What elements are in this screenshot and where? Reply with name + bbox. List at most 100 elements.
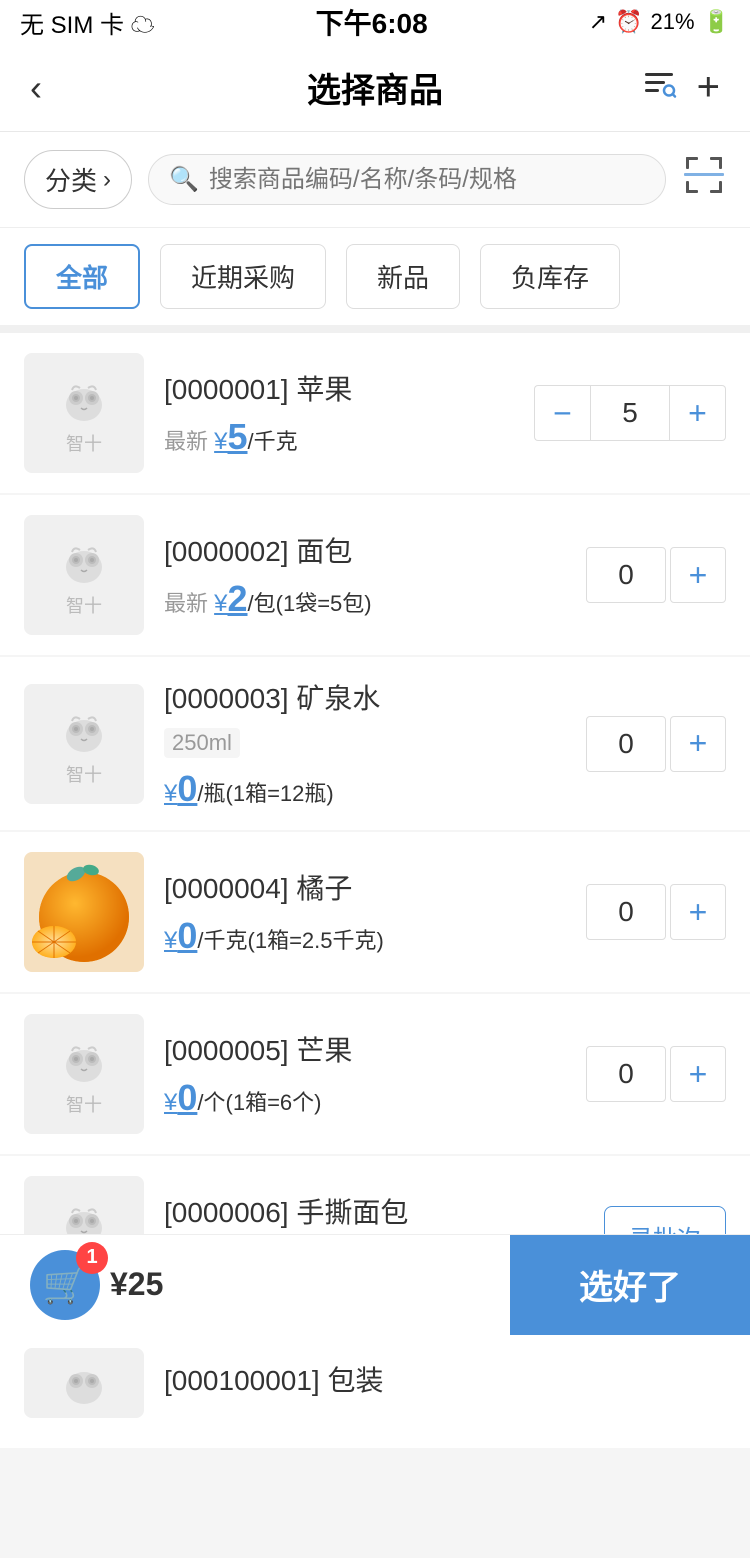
battery-status: 21% [651,9,695,35]
product-name: [000100001] 包装 [164,1359,726,1399]
alarm-icon: ⏰ [615,9,642,35]
product-name: [0000004] 橘子 [164,867,566,907]
page-title: 选择商品 [307,63,443,112]
product-image: 智十 [24,515,144,635]
tab-all[interactable]: 全部 [24,244,140,309]
cart-badge: 1 [76,1242,108,1274]
nav-bar: ‹ 选择商品 + [0,44,750,132]
price-unit: /千克 [248,429,298,454]
category-arrow-icon: › [103,166,111,194]
filter-tabs: 全部 近期采购 新品 负库存 [0,228,750,333]
back-button[interactable]: ‹ [30,67,42,109]
owl-logo-icon: 智十 [54,370,114,456]
sim-status: 无 SIM 卡 ☁ [20,5,155,40]
product-name: [0000003] 矿泉水 [164,677,566,717]
quantity-control: + [586,716,726,772]
add-button[interactable]: + [697,65,720,110]
list-item: 智十 [0000003] 矿泉水 250ml ¥0/瓶(1箱=12瓶) + [0,657,750,830]
price-value: 0 [177,915,197,956]
cart-icon-wrap[interactable]: 🛒 1 [30,1250,100,1320]
price-yuan-icon: ¥ [164,927,177,954]
product-name: [0000002] 面包 [164,530,566,570]
product-info: [0000003] 矿泉水 250ml ¥0/瓶(1箱=12瓶) [164,677,566,810]
product-name: [0000001] 苹果 [164,368,514,408]
quantity-input[interactable] [586,1046,666,1102]
price-yuan-icon: ¥ [164,1089,177,1116]
tab-new[interactable]: 新品 [346,244,460,309]
price-value: 5 [227,416,247,457]
list-item: 智十 [0000002] 面包 最新 ¥2/包(1袋=5包) + [0,495,750,655]
list-item: [0000004] 橘子 ¥0/千克(1箱=2.5千克) + [0,832,750,992]
owl-logo-icon: 智十 [54,532,114,618]
tab-negative-stock[interactable]: 负库存 [480,244,620,309]
price-value: 0 [177,1077,197,1118]
quantity-increase-button[interactable]: + [670,547,726,603]
quantity-input[interactable] [586,547,666,603]
owl-logo-icon [54,1353,114,1413]
product-price: ¥0/瓶(1箱=12瓶) [164,768,566,810]
list-item: [000100001] 包装 [0,1318,750,1448]
price-value: 2 [227,578,247,619]
product-image: 智十 [24,353,144,473]
product-info: [0000002] 面包 最新 ¥2/包(1袋=5包) [164,530,566,620]
quantity-increase-button[interactable]: + [670,385,726,441]
quantity-increase-button[interactable]: + [670,884,726,940]
price-value: 0 [177,768,197,809]
cart-section: 🛒 1 ¥25 [0,1250,510,1320]
search-input[interactable] [209,166,645,194]
status-time: 下午6:08 [316,2,428,42]
price-unit: /瓶(1箱=12瓶) [197,781,333,806]
confirm-button[interactable]: 选好了 [510,1235,750,1335]
price-unit: /千克(1箱=2.5千克) [197,928,383,953]
product-image: 智十 [24,684,144,804]
location-icon: ↗ [589,9,607,35]
list-item: 智十 [0000001] 苹果 最新 ¥5/千克 − + [0,333,750,493]
status-bar: 无 SIM 卡 ☁ 下午6:08 ↗ ⏰ 21% 🔋 [0,0,750,44]
quantity-input[interactable] [586,716,666,772]
scan-icon[interactable] [682,153,726,206]
category-button[interactable]: 分类 › [24,150,132,209]
bottom-bar: 🛒 1 ¥25 选好了 [0,1234,750,1334]
status-right: ↗ ⏰ 21% 🔋 [589,9,730,35]
price-unit: /个(1箱=6个) [197,1090,321,1115]
price-yuan-icon: ¥ [214,428,227,455]
battery-icon: 🔋 [703,9,730,35]
cart-total: ¥25 [110,1266,163,1303]
quantity-control: + [586,1046,726,1102]
search-section: 分类 › 🔍 [0,132,750,228]
tab-recent[interactable]: 近期采购 [160,244,326,309]
product-info: [000100001] 包装 [164,1359,726,1407]
search-icon: 🔍 [169,165,199,194]
owl-logo-icon: 智十 [54,1031,114,1117]
quantity-input[interactable] [590,385,670,441]
quantity-input[interactable] [586,884,666,940]
price-yuan-icon: ¥ [164,780,177,807]
quantity-decrease-button[interactable]: − [534,385,590,441]
product-image: 智十 [24,1014,144,1134]
list-item: 智十 [0000005] 芒果 ¥0/个(1箱=6个) + [0,994,750,1154]
category-label: 分类 [45,161,97,198]
product-spec: 250ml [164,728,240,758]
product-price: 最新 ¥2/包(1袋=5包) [164,578,566,620]
quantity-control: − + [534,385,726,441]
price-yuan-icon: ¥ [214,590,227,617]
product-name: [0000005] 芒果 [164,1029,566,1069]
nav-left: ‹ [30,67,42,109]
product-name: [0000006] 手撕面包 [164,1191,584,1231]
filter-icon[interactable] [641,66,677,110]
product-price: ¥0/千克(1箱=2.5千克) [164,915,566,957]
product-price: 最新 ¥5/千克 [164,416,514,458]
quantity-increase-button[interactable]: + [670,716,726,772]
price-label: 最新 [164,429,214,454]
product-image [24,1348,144,1418]
search-input-wrap: 🔍 [148,154,666,205]
product-image [24,852,144,972]
owl-logo-icon: 智十 [54,701,114,787]
product-info: [0000005] 芒果 ¥0/个(1箱=6个) [164,1029,566,1119]
product-price: ¥0/个(1箱=6个) [164,1077,566,1119]
status-left: 无 SIM 卡 ☁ [20,5,155,40]
quantity-control: + [586,884,726,940]
nav-right: + [641,65,720,110]
quantity-increase-button[interactable]: + [670,1046,726,1102]
quantity-control: + [586,547,726,603]
